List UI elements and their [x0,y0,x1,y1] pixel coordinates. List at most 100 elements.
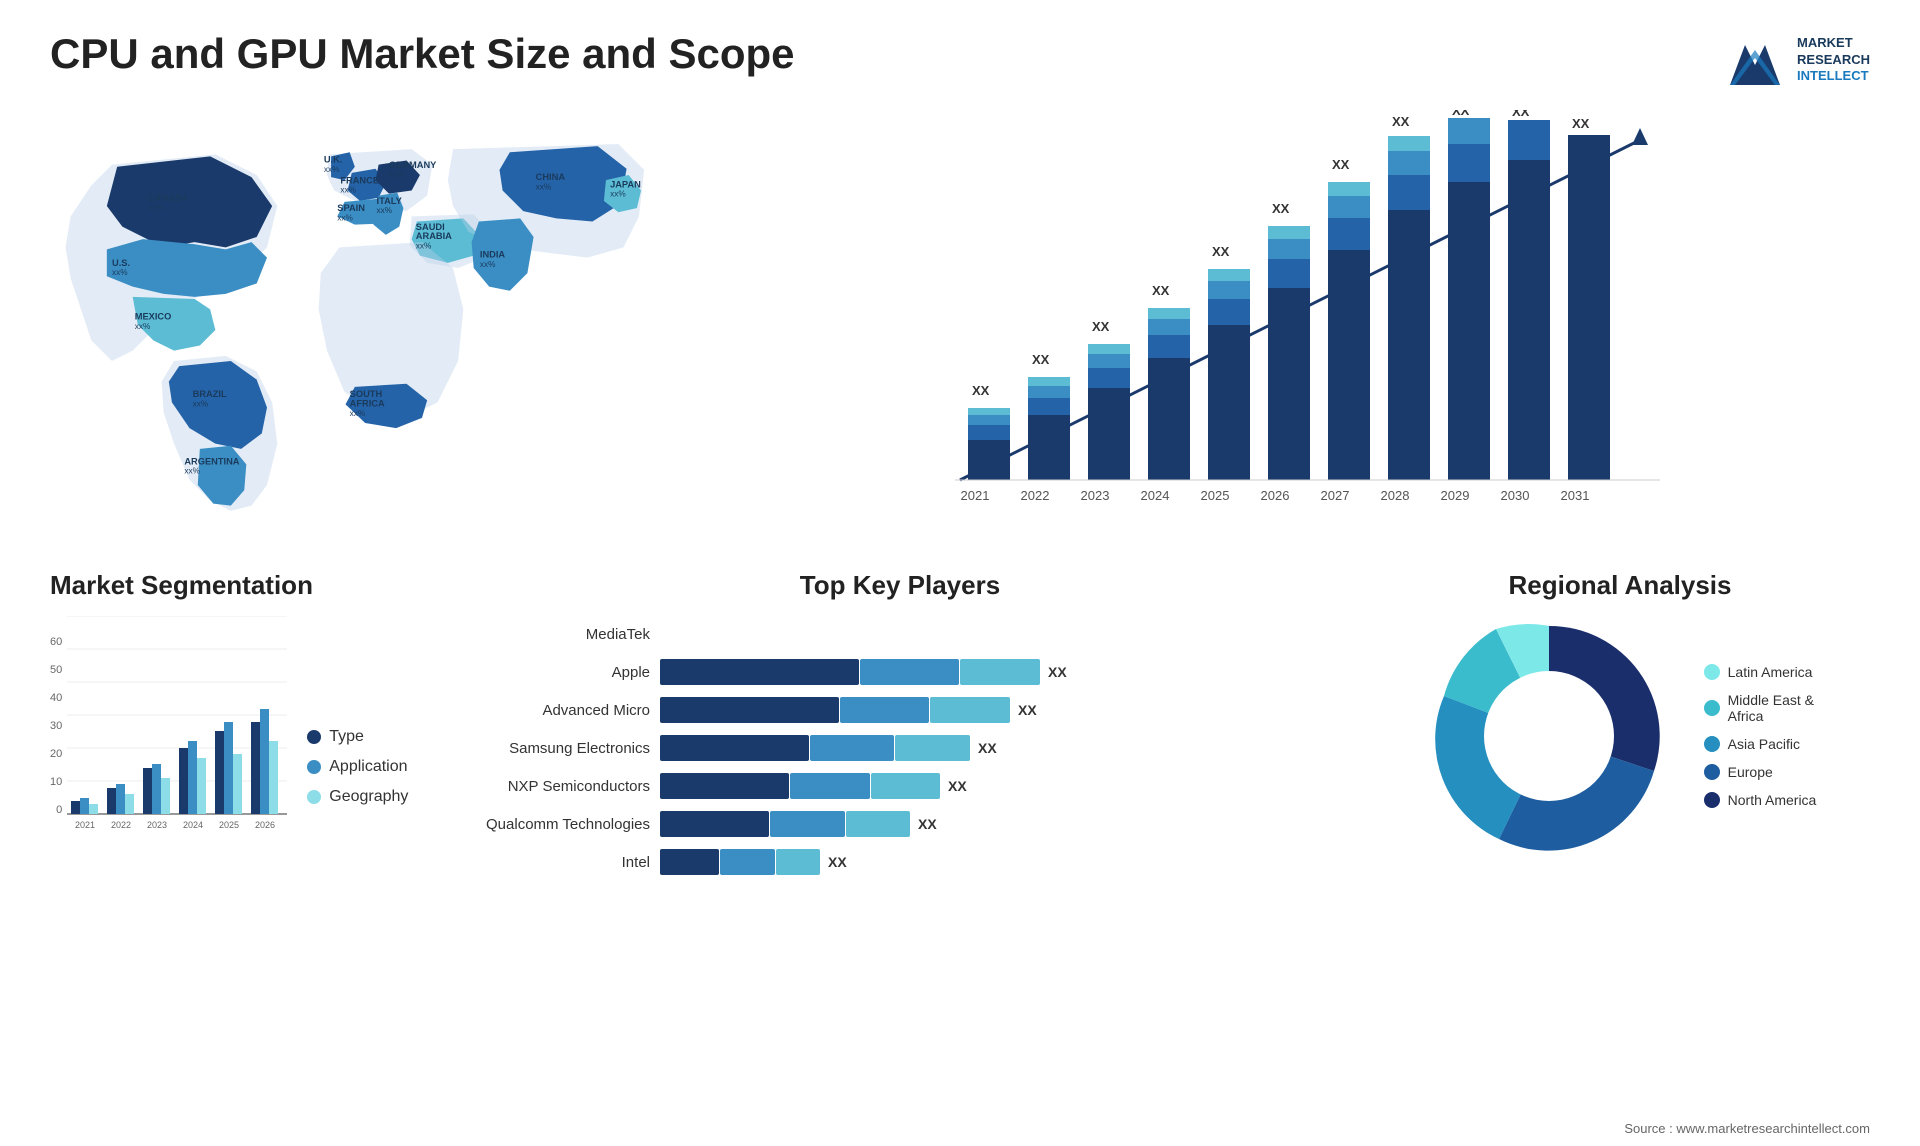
type-label: Type [329,728,364,746]
france-label: FRANCE [340,175,379,185]
svg-text:2026: 2026 [1261,488,1290,503]
segmentation-chart: 0 10 20 30 40 50 60 [50,616,430,836]
svg-text:2022: 2022 [1021,488,1050,503]
legend-type: Type [307,728,408,746]
qualcomm-value: XX [918,816,937,832]
svg-text:xx%: xx% [340,186,356,195]
svg-text:xx%: xx% [112,268,128,277]
north-america-label: North America [1728,792,1817,808]
svg-text:XX: XX [1272,201,1290,216]
player-name-qualcomm: Qualcomm Technologies [450,816,650,833]
player-bar-apple: XX [660,659,1350,685]
world-map: CANADA xx% U.S. xx% MEXICO xx% BRAZIL xx… [50,120,670,540]
header: CPU and GPU Market Size and Scope MARKET… [0,0,1920,100]
svg-text:2021: 2021 [961,488,990,503]
svg-text:xx%: xx% [337,213,353,222]
player-row-advanced: Advanced Micro XX [450,697,1350,723]
svg-text:2025: 2025 [219,820,239,830]
svg-text:XX: XX [1452,110,1470,118]
player-name-samsung: Samsung Electronics [450,740,650,757]
player-row-mediatek: MediaTek [450,621,1350,647]
intel-value: XX [828,854,847,870]
player-bar-nxp: XX [660,773,1350,799]
source-text: Source : www.marketresearchintellect.com [1624,1121,1870,1136]
player-row-intel: Intel XX [450,849,1350,875]
north-america-dot [1704,792,1720,808]
regional-title: Regional Analysis [1370,570,1870,601]
svg-text:XX: XX [1332,157,1350,172]
svg-text:xx%: xx% [536,182,552,191]
bottom-content: Market Segmentation 0 10 20 30 40 50 60 [50,560,1870,887]
svg-text:XX: XX [1392,114,1410,129]
logo-text: MARKET RESEARCH INTELLECT [1797,35,1870,86]
logo: MARKET RESEARCH INTELLECT [1725,30,1870,90]
svg-text:2029: 2029 [1441,488,1470,503]
player-row-samsung: Samsung Electronics XX [450,735,1350,761]
svg-text:2031: 2031 [1561,488,1590,503]
canada-label: CANADA [148,193,189,203]
svg-text:XX: XX [1032,352,1050,367]
main-content: CANADA xx% U.S. xx% MEXICO xx% BRAZIL xx… [0,100,1920,887]
legend-north-america: North America [1704,792,1817,808]
player-bar-mediatek [660,621,1350,647]
geography-label: Geography [329,788,408,806]
player-name-mediatek: MediaTek [450,626,650,643]
svg-text:xx%: xx% [135,322,151,331]
legend-europe: Europe [1704,764,1817,780]
legend-asia-pacific: Asia Pacific [1704,736,1817,752]
svg-text:2023: 2023 [1081,488,1110,503]
player-row-apple: Apple XX [450,659,1350,685]
svg-text:ARABIA: ARABIA [416,231,452,241]
latin-america-label: Latin America [1728,664,1813,680]
spain-label: SPAIN [337,203,365,213]
player-row-qualcomm: Qualcomm Technologies XX [450,811,1350,837]
segmentation-section: Market Segmentation 0 10 20 30 40 50 60 [50,570,430,887]
nxp-value: XX [948,778,967,794]
seg-bars-container: 2021 2022 2023 [67,616,287,836]
svg-text:2030: 2030 [1501,488,1530,503]
player-name-intel: Intel [450,854,650,871]
middle-east-dot [1704,700,1720,716]
legend-middle-east: Middle East &Africa [1704,692,1817,724]
us-label: U.S. [112,258,130,268]
italy-label: ITALY [377,196,403,206]
svg-text:2021: 2021 [75,820,95,830]
application-label: Application [329,758,407,776]
type-dot [307,730,321,744]
player-bar-advanced: XX [660,697,1350,723]
player-row-nxp: NXP Semiconductors XX [450,773,1350,799]
player-name-apple: Apple [450,664,650,681]
svg-text:XX: XX [1512,110,1530,119]
europe-label: Europe [1728,764,1773,780]
svg-text:xx%: xx% [389,170,405,179]
seg-y-axis: 0 10 20 30 40 50 60 [50,636,67,836]
players-section: Top Key Players MediaTek Apple XX [450,570,1350,887]
svg-text:XX: XX [1092,319,1110,334]
uk-label: U.K. [324,155,343,165]
svg-text:xx%: xx% [324,165,340,174]
logo-icon [1725,30,1785,90]
svg-text:xx%: xx% [193,399,209,408]
advanced-value: XX [1018,702,1037,718]
japan-label: JAPAN [610,179,641,189]
india-label: INDIA [480,250,506,260]
player-name-advanced: Advanced Micro [450,702,650,719]
segmentation-title: Market Segmentation [50,570,430,601]
svg-text:2025: 2025 [1201,488,1230,503]
donut-chart [1424,611,1674,861]
page-title: CPU and GPU Market Size and Scope [50,30,795,78]
mexico-label: MEXICO [135,312,172,322]
svg-text:xx%: xx% [480,260,496,269]
svg-text:2024: 2024 [183,820,203,830]
svg-text:xx%: xx% [377,206,393,215]
svg-text:2024: 2024 [1141,488,1170,503]
svg-text:AFRICA: AFRICA [350,398,385,408]
legend-latin-america: Latin America [1704,664,1817,680]
samsung-value: XX [978,740,997,756]
latin-america-dot [1704,664,1720,680]
china-label: CHINA [536,172,566,182]
regional-legend: Latin America Middle East &Africa Asia P… [1704,664,1817,808]
svg-text:2022: 2022 [111,820,131,830]
svg-text:2023: 2023 [147,820,167,830]
players-title: Top Key Players [450,570,1350,601]
